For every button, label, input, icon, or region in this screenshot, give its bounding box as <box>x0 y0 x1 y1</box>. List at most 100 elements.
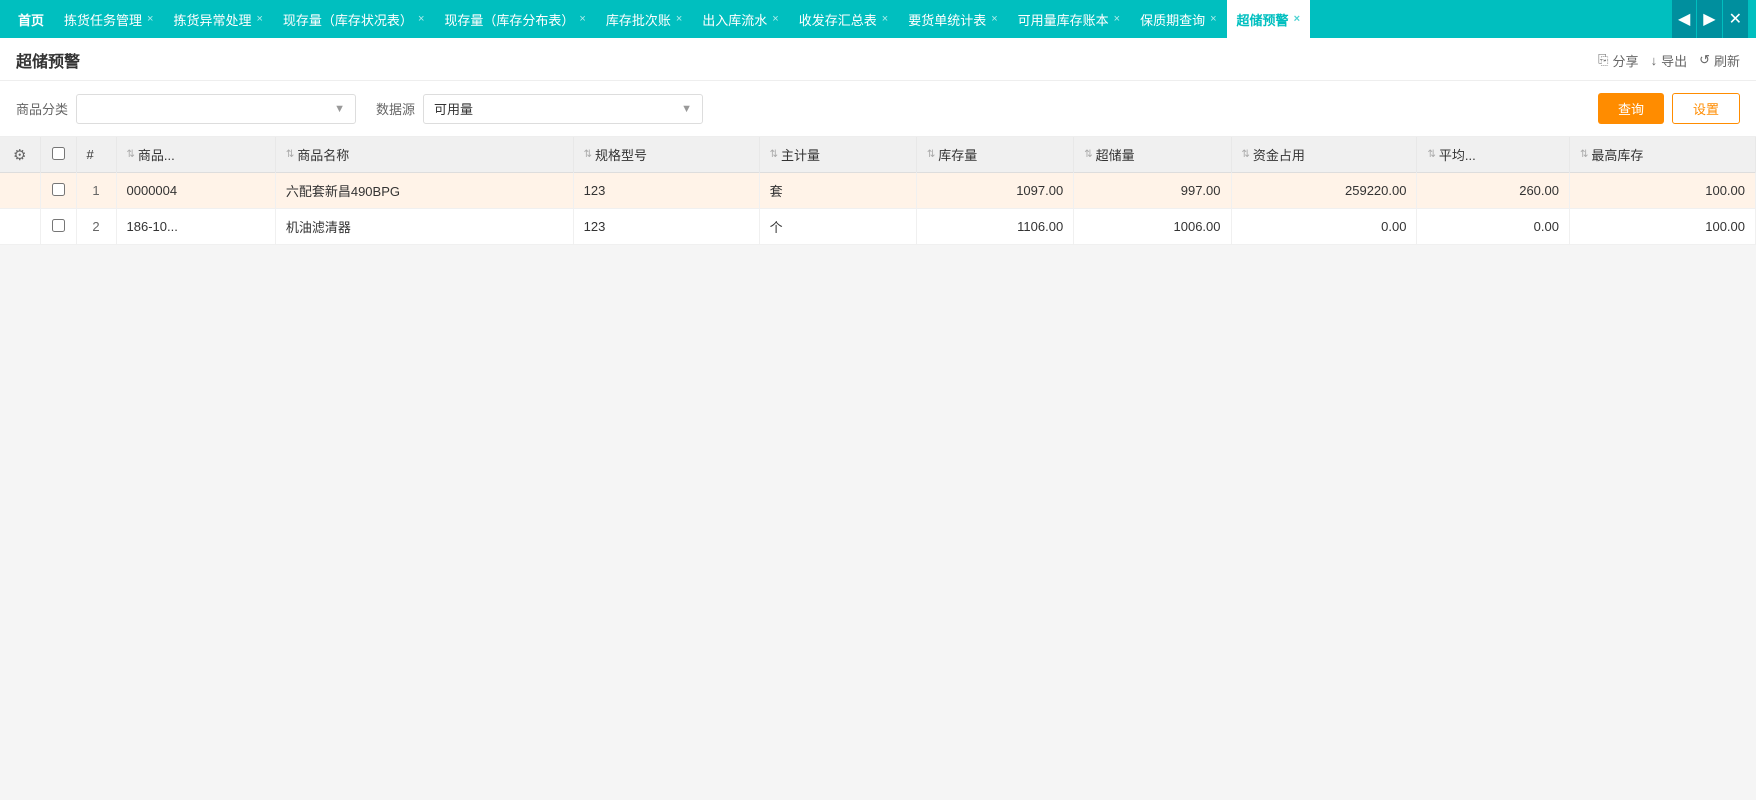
tab-xianzun-status[interactable]: 现存量（库存状况表） × <box>273 0 434 38</box>
page-title: 超储预警 <box>16 48 80 72</box>
settings-icon[interactable]: ⚙ <box>13 147 26 164</box>
share-icon: ⎘ <box>1598 52 1608 68</box>
row-unit-1: 个 <box>759 209 916 245</box>
close-tab-pipizh[interactable]: × <box>676 13 682 25</box>
product-category-arrow-icon: ▼ <box>334 103 345 115</box>
tab-xianzun-dist[interactable]: 现存量（库存分布表） × <box>434 0 595 38</box>
select-all-checkbox[interactable] <box>52 147 65 160</box>
close-tab-baozhi[interactable]: × <box>1210 13 1216 25</box>
row-checkbox-1[interactable] <box>52 219 65 232</box>
row-product-name-1: 机油滤清器 <box>275 209 573 245</box>
datasource-value: 可用量 <box>434 99 473 118</box>
col-stock-header[interactable]: ⇅ 库存量 <box>916 137 1073 173</box>
row-maxstock-0: 100.00 <box>1569 173 1755 209</box>
top-navigation: 首页 拣货任务管理 × 拣货异常处理 × 现存量（库存状况表） × 现存量（库存… <box>0 0 1756 38</box>
header-actions: ⎘ 分享 ↓ 导出 ↺ 刷新 <box>1598 51 1740 70</box>
col-avg-header[interactable]: ⇅ 平均... <box>1417 137 1570 173</box>
refresh-button[interactable]: ↺ 刷新 <box>1699 51 1740 70</box>
row-num-1: 2 <box>76 209 116 245</box>
row-unit-0: 套 <box>759 173 916 209</box>
close-tab-yichang[interactable]: × <box>256 13 262 25</box>
row-spec-1: 123 <box>573 209 759 245</box>
col-settings-header: ⚙ <box>0 137 40 173</box>
product-category-select[interactable]: ▼ <box>76 94 356 124</box>
tab-jinhuo[interactable]: 拣货任务管理 × <box>54 0 163 38</box>
close-tab-xianzun-dist[interactable]: × <box>579 13 585 25</box>
col-maxstock-header[interactable]: ⇅ 最高库存 <box>1569 137 1755 173</box>
nav-arrow-close[interactable]: ✕ <box>1723 0 1748 38</box>
sort-icon-product-name: ⇅ <box>286 149 294 160</box>
nav-arrow-right[interactable]: ▶ <box>1697 0 1721 38</box>
tab-yichang[interactable]: 拣货异常处理 × <box>163 0 272 38</box>
row-maxstock-1: 100.00 <box>1569 209 1755 245</box>
product-category-label: 商品分类 <box>16 99 68 118</box>
query-button[interactable]: 查询 <box>1598 93 1664 124</box>
tab-keyong[interactable]: 可用量库存账本 × <box>1008 0 1130 38</box>
col-product-name-header[interactable]: ⇅ 商品名称 <box>275 137 573 173</box>
sort-icon-product-code: ⇅ <box>127 149 135 160</box>
close-tab-chaochun[interactable]: × <box>1294 13 1300 25</box>
row-overstock-0: 997.00 <box>1074 173 1231 209</box>
sort-icon-unit: ⇅ <box>770 149 778 160</box>
data-table: ⚙ # ⇅ 商品... ⇅ <box>0 137 1756 245</box>
row-stock-1: 1106.00 <box>916 209 1073 245</box>
export-icon: ↓ <box>1651 53 1658 68</box>
row-avg-1: 0.00 <box>1417 209 1570 245</box>
table-header-row: ⚙ # ⇅ 商品... ⇅ <box>0 137 1756 173</box>
row-product-code-0: 0000004 <box>116 173 275 209</box>
sort-icon-spec: ⇅ <box>584 149 592 160</box>
share-button[interactable]: ⎘ 分享 <box>1598 51 1638 70</box>
product-category-filter: 商品分类 ▼ <box>16 94 356 124</box>
tab-chaochun[interactable]: 超储预警 × <box>1227 0 1310 38</box>
row-product-code-1: 186-10... <box>116 209 275 245</box>
col-unit-header[interactable]: ⇅ 主计量 <box>759 137 916 173</box>
col-checkbox-header <box>40 137 76 173</box>
row-checkbox-0[interactable] <box>52 183 65 196</box>
close-tab-keyong[interactable]: × <box>1114 13 1120 25</box>
row-checkbox-cell-0 <box>40 173 76 209</box>
sort-icon-capital: ⇅ <box>1242 149 1250 160</box>
row-checkbox-cell-1 <box>40 209 76 245</box>
row-num-0: 1 <box>76 173 116 209</box>
row-settings-cell-1 <box>0 209 40 245</box>
datasource-filter: 数据源 可用量 ▼ <box>376 94 703 124</box>
col-num-header[interactable]: # <box>76 137 116 173</box>
tab-yaohuo[interactable]: 要货单统计表 × <box>898 0 1007 38</box>
close-tab-xianzun-status[interactable]: × <box>418 13 424 25</box>
row-overstock-1: 1006.00 <box>1074 209 1231 245</box>
sort-icon-avg: ⇅ <box>1427 149 1435 160</box>
nav-home[interactable]: 首页 <box>8 0 54 38</box>
close-tab-shoufasun[interactable]: × <box>882 13 888 25</box>
tab-churu[interactable]: 出入库流水 × <box>692 0 788 38</box>
set-button[interactable]: 设置 <box>1672 93 1740 124</box>
tab-pipizh[interactable]: 库存批次账 × <box>596 0 692 38</box>
filter-actions: 查询 设置 <box>1598 93 1740 124</box>
sort-icon-maxstock: ⇅ <box>1580 149 1588 160</box>
col-capital-header[interactable]: ⇅ 资金占用 <box>1231 137 1417 173</box>
datasource-label: 数据源 <box>376 99 415 118</box>
close-tab-churu[interactable]: × <box>772 13 778 25</box>
tab-shoufasun[interactable]: 收发存汇总表 × <box>789 0 898 38</box>
row-capital-1: 0.00 <box>1231 209 1417 245</box>
nav-arrows: ◀ ▶ ✕ <box>1671 0 1748 38</box>
data-table-container: ⚙ # ⇅ 商品... ⇅ <box>0 137 1756 245</box>
nav-arrow-left[interactable]: ◀ <box>1672 0 1696 38</box>
row-stock-0: 1097.00 <box>916 173 1073 209</box>
row-settings-cell-0 <box>0 173 40 209</box>
datasource-arrow-icon: ▼ <box>681 103 692 115</box>
close-tab-jinhuo[interactable]: × <box>147 13 153 25</box>
export-button[interactable]: ↓ 导出 <box>1651 51 1688 70</box>
tab-baozhi[interactable]: 保质期查询 × <box>1130 0 1226 38</box>
col-overstock-header[interactable]: ⇅ 超储量 <box>1074 137 1231 173</box>
sort-icon-stock: ⇅ <box>927 149 935 160</box>
datasource-select[interactable]: 可用量 ▼ <box>423 94 703 124</box>
table-row: 1 0000004 六配套新昌490BPG 123 套 1097.00 997.… <box>0 173 1756 209</box>
col-product-code-header[interactable]: ⇅ 商品... <box>116 137 275 173</box>
sort-icon-overstock: ⇅ <box>1084 149 1092 160</box>
row-avg-0: 260.00 <box>1417 173 1570 209</box>
row-capital-0: 259220.00 <box>1231 173 1417 209</box>
filter-bar: 商品分类 ▼ 数据源 可用量 ▼ 查询 设置 <box>0 81 1756 137</box>
col-spec-header[interactable]: ⇅ 规格型号 <box>573 137 759 173</box>
row-spec-0: 123 <box>573 173 759 209</box>
close-tab-yaohuo[interactable]: × <box>991 13 997 25</box>
